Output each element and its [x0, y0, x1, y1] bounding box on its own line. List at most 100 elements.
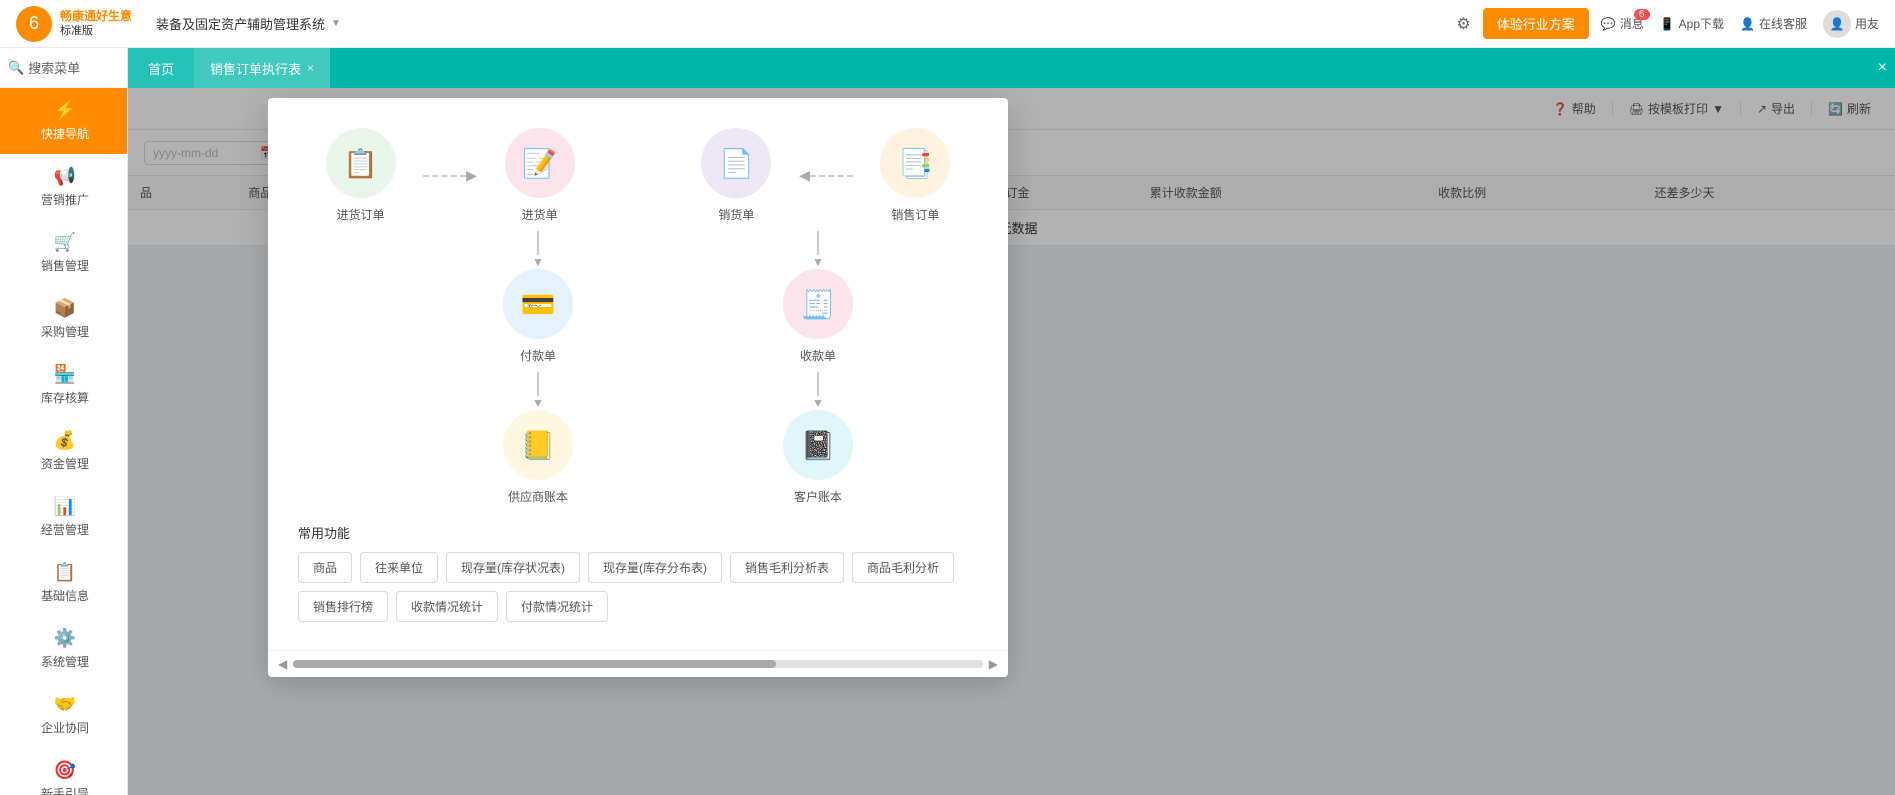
message-icon: 💬 [1601, 17, 1616, 31]
supplier-ledger-circle: 📒 [503, 410, 573, 480]
system-icon: ⚙️ [54, 628, 76, 649]
sidebar-item-purchase[interactable]: 📦 采购管理 [0, 286, 127, 352]
sidebar-search[interactable]: 🔍 搜索菜单 [0, 48, 127, 88]
arrow-down-purchase: ▼ [438, 231, 638, 269]
sidebar-item-quick-nav[interactable]: ⚡ 快捷导航 [0, 88, 127, 154]
flow-node-sales-bill[interactable]: 📄 销货单 [674, 128, 799, 223]
scrollbar-thumb [293, 660, 776, 668]
func-btn-sales-rank[interactable]: 销售排行榜 [298, 591, 388, 622]
message-btn[interactable]: 💬 消息 6 [1601, 15, 1644, 32]
arrow-down-receipt: ▼ [718, 372, 918, 410]
guide-icon: 🎯 [54, 760, 76, 781]
tab-home[interactable]: 首页 [128, 48, 194, 88]
system-title-text: 装备及固定资产辅助管理系统 [156, 14, 325, 33]
brand-text: 畅康通好生意 标准版 [60, 9, 132, 39]
func-btn-contacts[interactable]: 往来单位 [360, 552, 438, 583]
common-funcs-title: 常用功能 [298, 523, 978, 542]
operations-icon: 📊 [54, 496, 76, 517]
func-btn-stock-status[interactable]: 现存量(库存状况表) [446, 552, 580, 583]
page-body: ❓ 帮助 🖨 按模板打印 ▼ ↗ 导出 [128, 88, 1895, 795]
purchase-bill-circle: 📝 [505, 128, 575, 198]
modal-overlay: 📋 进货订单 ▶ [128, 88, 1895, 795]
supplier-ledger-icon: 📒 [521, 429, 556, 462]
sidebar-item-system[interactable]: ⚙️ 系统管理 [0, 616, 127, 682]
arrow-down-payment: ▼ [438, 372, 638, 410]
flow-node-customer-ledger[interactable]: 📓 客户账本 [718, 410, 918, 505]
arrow-sales-order-to-bill: ◀ [799, 167, 853, 184]
tab-bar-close-btn[interactable]: × [1878, 59, 1887, 77]
tab-close-icon[interactable]: × [307, 61, 314, 75]
sidebar-item-inventory[interactable]: 🏪 库存核算 [0, 352, 127, 418]
flow-node-purchase-order[interactable]: 📋 进货订单 [298, 128, 423, 223]
flow-modal: 📋 进货订单 ▶ [268, 98, 1008, 677]
system-title: 装备及固定资产辅助管理系统 ▼ [156, 14, 1444, 33]
func-btn-goods[interactable]: 商品 [298, 552, 352, 583]
func-btn-sales-profit[interactable]: 销售毛利分析表 [730, 552, 844, 583]
system-dropdown-icon[interactable]: ▼ [331, 18, 341, 29]
payment-circle: 💳 [503, 269, 573, 339]
func-btn-stock-dist[interactable]: 现存量(库存分布表) [588, 552, 722, 583]
tab-bar: 首页 销售订单执行表 × × [128, 48, 1895, 88]
tab-sales-order[interactable]: 销售订单执行表 × [194, 48, 330, 88]
purchase-order-icon: 📋 [343, 147, 378, 180]
sidebar: 🔍 搜索菜单 ⚡ 快捷导航 📢 营销推广 🛒 销售管理 📦 采购管理 🏪 [0, 48, 128, 795]
sales-bill-icon: 📄 [719, 147, 754, 180]
flow-node-sales-order[interactable]: 📑 销售订单 [853, 128, 978, 223]
func-row-1: 商品 往来单位 现存量(库存状况表) 现存量(库存分布表) 销售毛利分析表 商品… [298, 552, 978, 583]
finance-icon: 💰 [54, 430, 76, 451]
flow-row-1: 📋 进货订单 ▶ [298, 128, 978, 223]
payment-icon: 💳 [521, 288, 556, 321]
func-btn-receipt-stats[interactable]: 收款情况统计 [396, 591, 498, 622]
sidebar-item-marketing[interactable]: 📢 营销推广 [0, 154, 127, 220]
quick-nav-icon: ⚡ [54, 100, 76, 121]
scroll-right-btn[interactable]: ▶ [989, 657, 998, 671]
flow-diagram: 📋 进货订单 ▶ [298, 128, 978, 513]
basic-info-icon: 📋 [54, 562, 76, 583]
scrollbar-track[interactable] [293, 660, 983, 668]
flow-row-arrows: ▼ ▼ [298, 231, 978, 269]
flow-row-3: 📒 供应商账本 📓 [298, 410, 978, 505]
inventory-icon: 🏪 [54, 364, 76, 385]
app-logo: 6 [16, 6, 52, 42]
purchase-bill-icon: 📝 [522, 147, 557, 180]
customer-ledger-icon: 📓 [801, 429, 836, 462]
sales-icon: 🛒 [54, 232, 76, 253]
sidebar-item-sales[interactable]: 🛒 销售管理 [0, 220, 127, 286]
flow-node-receipt[interactable]: 🧾 收款单 [718, 269, 918, 364]
app-download-btn[interactable]: 📱 App下载 [1660, 15, 1724, 32]
user-avatar: 👤 [1823, 10, 1851, 38]
message-badge: 6 [1634, 9, 1650, 20]
top-right-actions: 💬 消息 6 📱 App下载 👤 在线客服 👤 用友 [1601, 10, 1879, 38]
arrow-purchase-to-bill: ▶ [423, 167, 477, 184]
arrow-down-sales: ▼ [718, 231, 918, 269]
receipt-circle: 🧾 [783, 269, 853, 339]
flow-node-supplier-ledger[interactable]: 📒 供应商账本 [438, 410, 638, 505]
top-bar: 6 畅康通好生意 标准版 装备及固定资产辅助管理系统 ▼ ⚙ 体验行业方案 💬 … [0, 0, 1895, 48]
flow-row-2: 💳 付款单 🧾 [298, 269, 978, 364]
user-area[interactable]: 👤 用友 [1823, 10, 1879, 38]
func-btn-goods-profit[interactable]: 商品毛利分析 [852, 552, 954, 583]
flow-node-payment[interactable]: 💳 付款单 [438, 269, 638, 364]
sidebar-item-finance[interactable]: 💰 资金管理 [0, 418, 127, 484]
sidebar-item-enterprise[interactable]: 🤝 企业协同 [0, 682, 127, 748]
settings-icon[interactable]: ⚙ [1456, 14, 1470, 34]
sidebar-item-operations[interactable]: 📊 经营管理 [0, 484, 127, 550]
flow-node-purchase-bill[interactable]: 📝 进货单 [477, 128, 602, 223]
sidebar-item-guide[interactable]: 🎯 新手引导 [0, 748, 127, 795]
enterprise-icon: 🤝 [54, 694, 76, 715]
online-service-btn[interactable]: 👤 在线客服 [1740, 15, 1807, 32]
service-icon: 👤 [1740, 17, 1755, 31]
sidebar-item-basic-info[interactable]: 📋 基础信息 [0, 550, 127, 616]
logo-area: 6 畅康通好生意 标准版 [16, 6, 144, 42]
customer-ledger-circle: 📓 [783, 410, 853, 480]
experience-button[interactable]: 体验行业方案 [1483, 8, 1589, 39]
flow-row-arrows2: ▼ ▼ [298, 372, 978, 410]
scroll-left-btn[interactable]: ◀ [278, 657, 287, 671]
func-btn-payment-stats[interactable]: 付款情况统计 [506, 591, 608, 622]
purchase-icon: 📦 [54, 298, 76, 319]
content-area: 首页 销售订单执行表 × × ❓ 帮助 [128, 48, 1895, 795]
purchase-order-circle: 📋 [326, 128, 396, 198]
search-icon: 🔍 [8, 60, 24, 76]
download-icon: 📱 [1660, 17, 1675, 31]
marketing-icon: 📢 [54, 166, 76, 187]
